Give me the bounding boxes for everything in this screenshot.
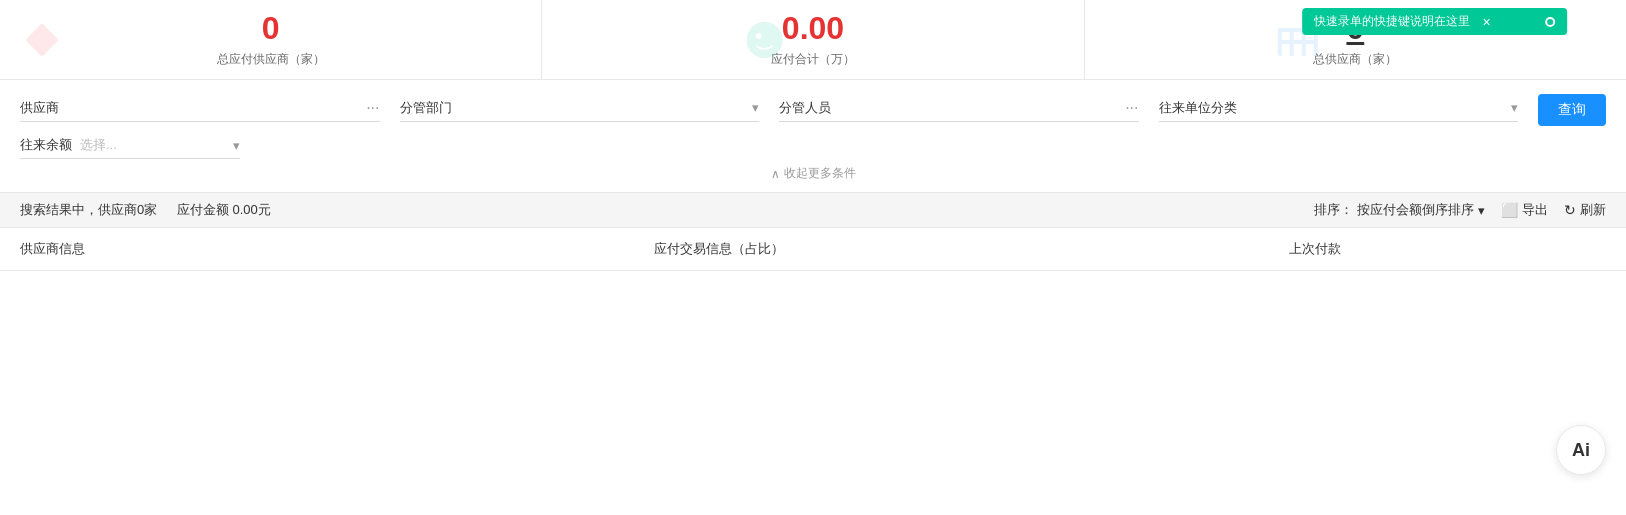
balance-arrow[interactable]: ▾	[233, 138, 240, 153]
svg-point-1	[747, 22, 783, 58]
filter-row-1: 供应商 ··· 分管部门 ▾ 分管人员 ··· 往来单位分类 ▾ 查询	[20, 94, 1606, 126]
sort-arrow[interactable]: ▾	[1478, 203, 1485, 218]
collapse-button[interactable]: ∧ 收起更多条件	[20, 159, 1606, 192]
piggy-icon	[743, 18, 787, 62]
person-dots-button[interactable]: ···	[1125, 99, 1138, 117]
filter-row-2: 往来余额 选择... ▾	[20, 136, 1606, 159]
svg-rect-7	[1282, 44, 1290, 56]
dept-filter: 分管部门 ▾	[400, 99, 760, 122]
diamond-icon	[18, 16, 66, 64]
balance-filter: 往来余额 选择... ▾	[20, 136, 240, 159]
balance-value: 选择...	[80, 136, 229, 154]
sort-prefix: 排序：	[1314, 201, 1353, 219]
balance-label: 往来余额	[20, 136, 72, 154]
unit-category-arrow[interactable]: ▾	[1511, 100, 1518, 115]
col-header-last-payment: 上次付款	[1289, 240, 1606, 258]
tooltip-bubble[interactable]: 快速录单的快捷键说明在这里 ×	[1302, 8, 1566, 35]
supplier-filter: 供应商 ···	[20, 99, 380, 122]
export-icon: ⬜	[1501, 202, 1518, 218]
tooltip-close-button[interactable]: ×	[1482, 14, 1490, 30]
unit-category-filter: 往来单位分类 ▾	[1159, 99, 1519, 122]
sort-select[interactable]: 排序： 按应付会额倒序排序 ▾	[1314, 201, 1485, 219]
stat-payable-total: 0.00 应付合计（万）	[542, 0, 1084, 79]
stat-label-payable-suppliers: 总应付供应商（家）	[217, 51, 325, 68]
svg-rect-9	[1306, 44, 1314, 56]
refresh-label: 刷新	[1580, 201, 1606, 219]
refresh-button[interactable]: ↻ 刷新	[1564, 201, 1606, 219]
export-label: 导出	[1522, 201, 1548, 219]
person-label: 分管人员	[779, 99, 831, 117]
stat-total-payable-suppliers: 0 总应付供应商（家）	[0, 0, 542, 79]
dept-label: 分管部门	[400, 99, 452, 117]
supplier-label: 供应商	[20, 99, 59, 117]
result-summary: 搜索结果中，供应商0家 应付金额 0.00元	[20, 201, 271, 219]
stat-label-total-suppliers: 总供应商（家）	[1313, 51, 1397, 68]
ai-badge-label: Ai	[1572, 440, 1590, 461]
stats-bar: 0 总应付供应商（家） 0.00 应付合计（万） 快速录单的快捷键说明在这里 ×	[0, 0, 1626, 80]
result-bar: 搜索结果中，供应商0家 应付金额 0.00元 排序： 按应付会额倒序排序 ▾ ⬜…	[0, 193, 1626, 228]
person-input[interactable]	[839, 100, 1121, 115]
refresh-icon: ↻	[1564, 202, 1576, 218]
svg-rect-0	[25, 23, 59, 57]
filter-area: 供应商 ··· 分管部门 ▾ 分管人员 ··· 往来单位分类 ▾ 查询 往来余额	[0, 80, 1626, 193]
stat-number-payable-total: 0.00	[782, 11, 844, 46]
sort-value: 按应付会额倒序排序	[1357, 201, 1474, 219]
supplier-dots-button[interactable]: ···	[366, 99, 379, 117]
svg-rect-5	[1294, 32, 1302, 40]
result-amount: 应付金额 0.00元	[177, 202, 271, 217]
result-summary-text: 搜索结果中，供应商0家	[20, 202, 157, 217]
collapse-text: 收起更多条件	[784, 165, 856, 182]
stat-total-suppliers: 快速录单的快捷键说明在这里 × 0 总供应商（家）	[1085, 0, 1626, 79]
stat-number-payable-suppliers: 0	[262, 11, 280, 46]
table-header: 供应商信息 应付交易信息（占比） 上次付款	[0, 228, 1626, 271]
col-header-transaction: 应付交易信息（占比）	[654, 240, 1288, 258]
result-actions: 排序： 按应付会额倒序排序 ▾ ⬜ 导出 ↻ 刷新	[1314, 201, 1606, 219]
dept-arrow[interactable]: ▾	[752, 100, 759, 115]
chevron-up-icon: ∧	[771, 167, 780, 181]
svg-rect-4	[1282, 32, 1290, 40]
col-header-supplier-info: 供应商信息	[20, 240, 654, 258]
ai-badge-button[interactable]: Ai	[1556, 425, 1606, 475]
tooltip-text: 快速录单的快捷键说明在这里	[1314, 13, 1470, 30]
svg-rect-8	[1294, 44, 1302, 56]
query-button[interactable]: 查询	[1538, 94, 1606, 126]
svg-point-2	[756, 33, 762, 39]
table-body	[0, 271, 1626, 515]
supplier-input[interactable]	[67, 100, 362, 115]
tooltip-dot	[1545, 17, 1555, 27]
tooltip-line	[1499, 21, 1529, 23]
export-button[interactable]: ⬜ 导出	[1501, 201, 1548, 219]
unit-category-label: 往来单位分类	[1159, 99, 1237, 117]
person-filter: 分管人员 ···	[779, 99, 1139, 122]
